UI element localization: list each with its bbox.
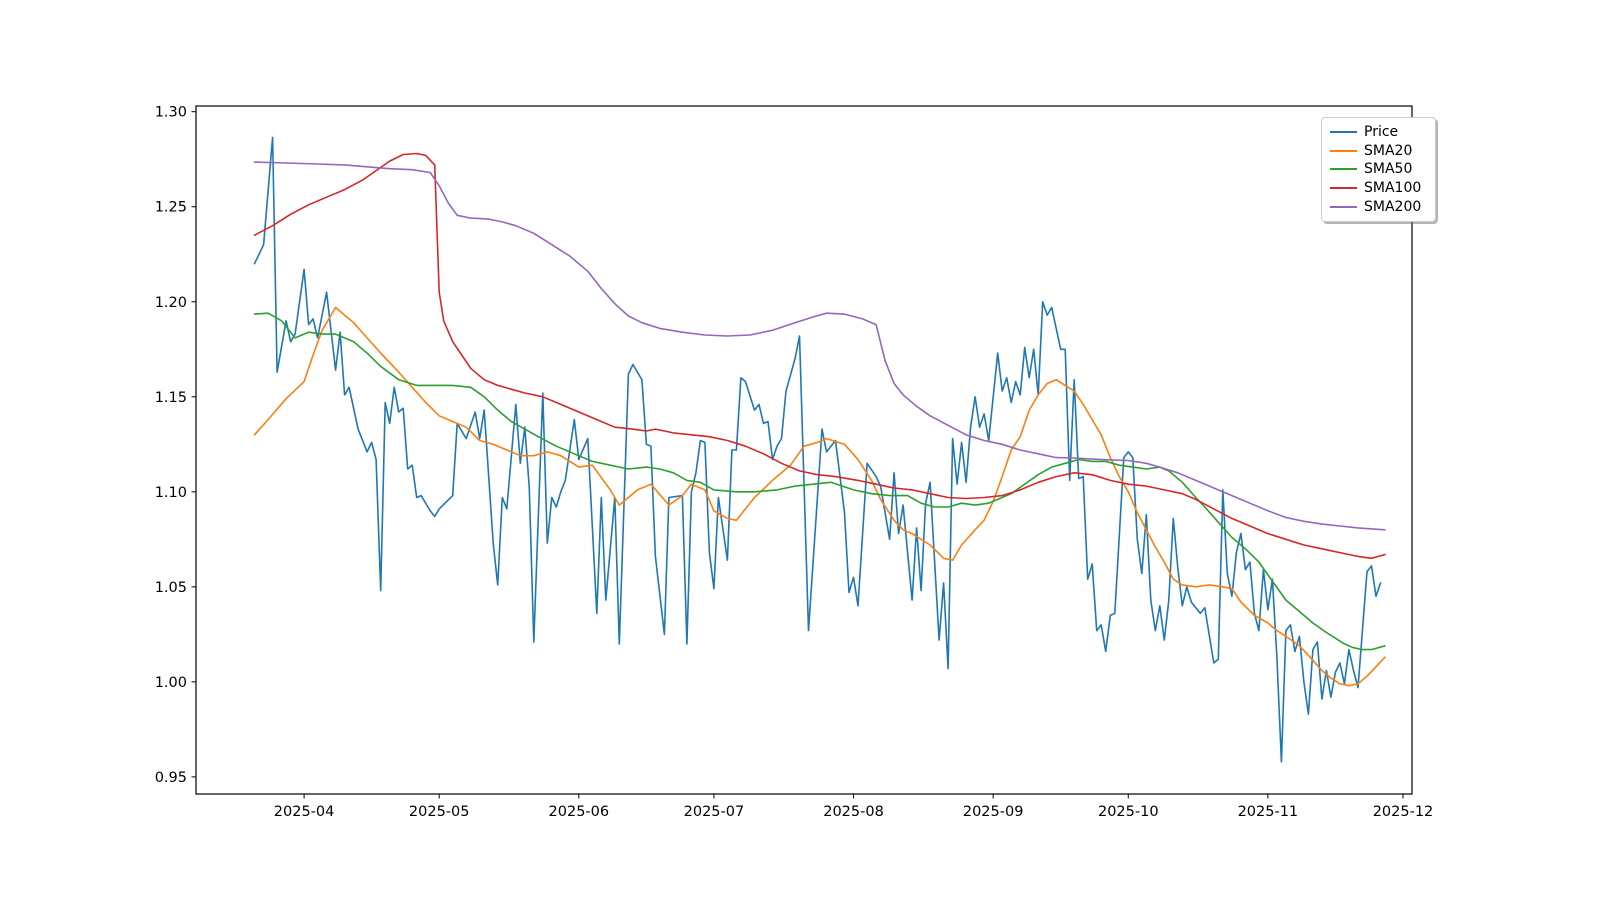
legend-line-sample-icon — [1330, 205, 1357, 208]
y-tick-label: 1.00 — [155, 675, 187, 691]
x-tick-label: 2025-11 — [1238, 804, 1299, 820]
y-tick-label: 1.20 — [155, 295, 187, 311]
x-tick-label: 2025-05 — [409, 804, 470, 820]
series-line-sma50 — [253, 312, 1386, 651]
series-line-price — [253, 136, 1382, 763]
legend-line-sample-icon — [1330, 168, 1357, 171]
legend-item-sma100: SMA100 — [1330, 179, 1427, 198]
x-tick-label: 2025-04 — [274, 804, 335, 820]
series-line-sma100 — [253, 152, 1386, 560]
y-tick-label: 1.30 — [155, 105, 187, 121]
x-tick-label: 2025-08 — [823, 804, 884, 820]
legend-line-sample-icon — [1330, 149, 1357, 152]
legend-label: SMA20 — [1364, 142, 1413, 159]
x-tick-label: 2025-06 — [549, 804, 610, 820]
legend-item-sma50: SMA50 — [1330, 160, 1427, 179]
y-tick-label: 1.15 — [155, 390, 187, 406]
y-tick-label: 1.05 — [155, 580, 187, 596]
axes-frame — [195, 105, 1413, 795]
legend-item-sma20: SMA20 — [1330, 142, 1427, 161]
y-tick-label: 1.25 — [155, 200, 187, 216]
legend-label: SMA50 — [1364, 161, 1413, 178]
legend-label: SMA100 — [1364, 180, 1422, 197]
legend-label: Price — [1364, 124, 1399, 141]
x-tick-label: 2025-09 — [963, 804, 1024, 820]
legend: Price SMA20 SMA50 SMA100 SMA200 — [1321, 117, 1436, 222]
legend-item-price: Price — [1330, 123, 1427, 142]
y-tick-label: 1.10 — [155, 485, 187, 501]
legend-item-sma200: SMA200 — [1330, 197, 1427, 216]
legend-line-sample-icon — [1330, 187, 1357, 190]
legend-line-sample-icon — [1330, 131, 1357, 134]
y-tick-label: 0.95 — [155, 770, 187, 786]
x-tick-label: 2025-07 — [684, 804, 745, 820]
x-tick-label: 2025-12 — [1373, 804, 1434, 820]
series-line-sma20 — [253, 306, 1386, 687]
x-tick-label: 2025-10 — [1098, 804, 1159, 820]
legend-label: SMA200 — [1364, 198, 1422, 215]
matplotlib-figure: 2025-04 2025-05 2025-06 2025-07 2025-08 2025-… — [0, 0, 1600, 900]
